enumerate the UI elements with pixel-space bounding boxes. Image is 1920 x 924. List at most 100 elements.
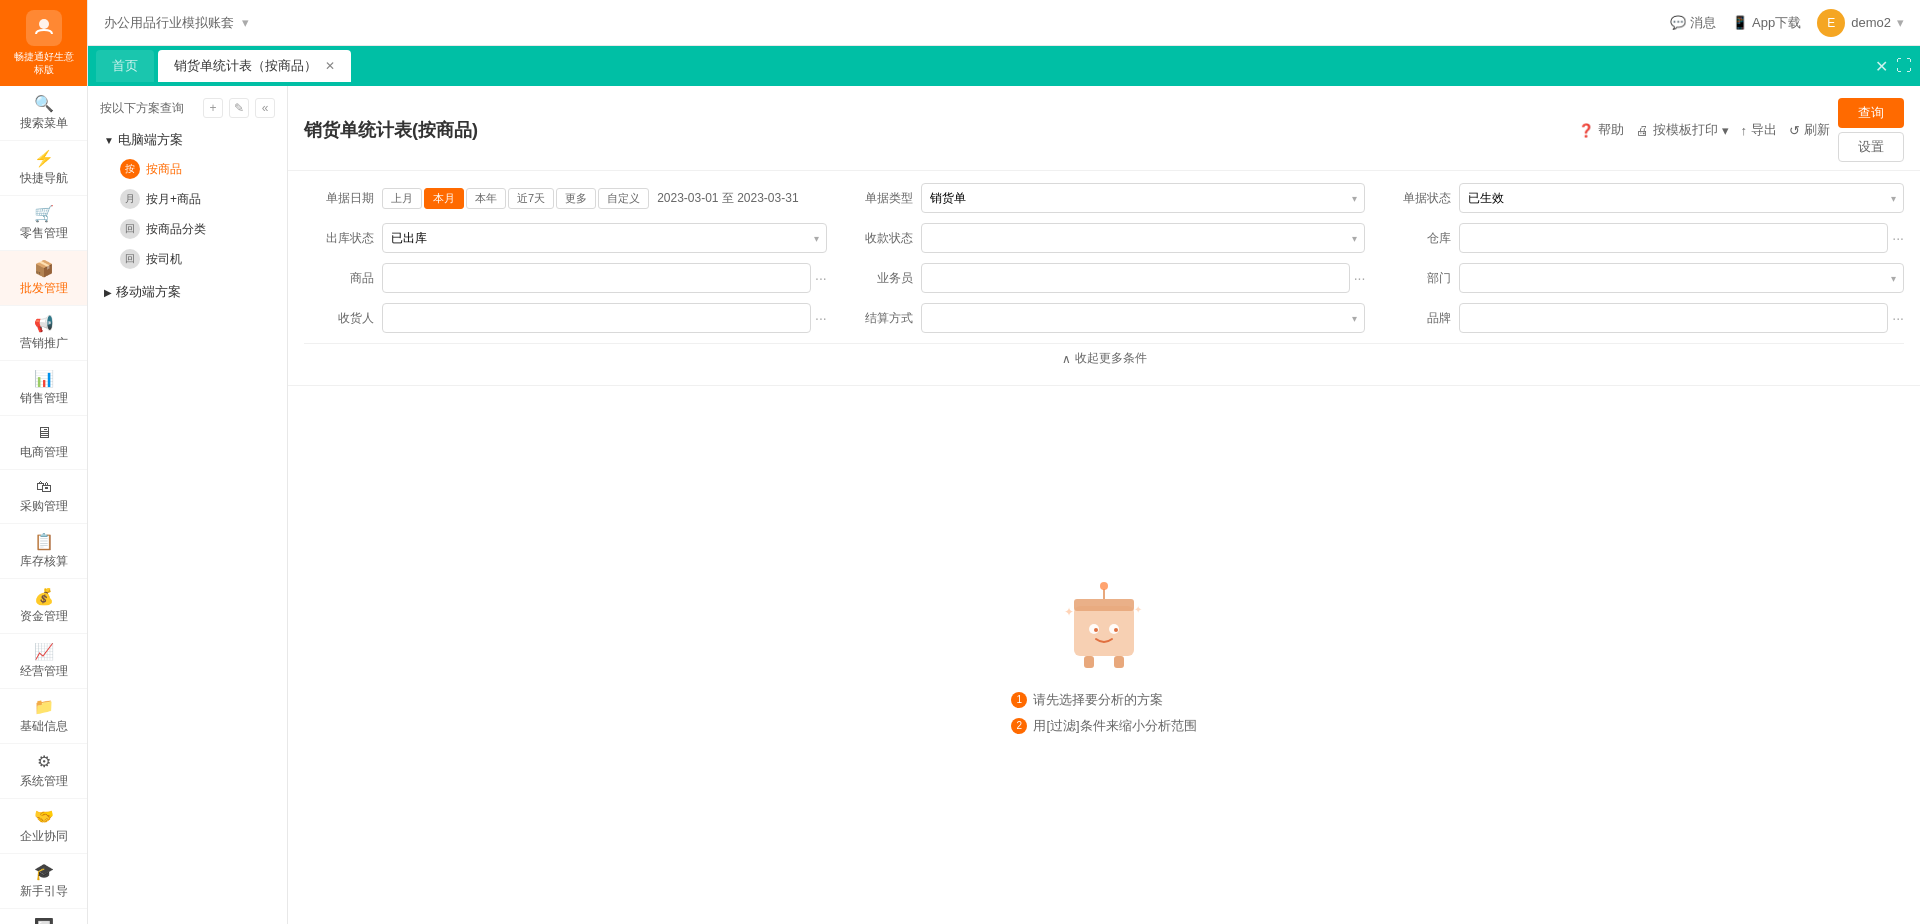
tree-child-by-product[interactable]: 按 按商品 [96, 154, 279, 184]
sidebar-nav-wholesale[interactable]: 📦 批发管理 [0, 251, 87, 306]
salesperson-more-icon[interactable]: ··· [1354, 270, 1366, 286]
left-panel-header: 按以下方案查询 + ✎ « [88, 94, 287, 126]
sidebar-nav-quick[interactable]: ⚡ 快捷导航 [0, 141, 87, 196]
receiver-input[interactable] [382, 303, 811, 333]
svg-rect-10 [1114, 656, 1124, 668]
help-button[interactable]: ❓ 帮助 [1578, 121, 1624, 139]
tree-node-mobile[interactable]: ▶ 移动端方案 [96, 278, 279, 306]
workspace-dropdown-icon[interactable]: ▾ [242, 15, 249, 30]
date-tab-custom[interactable]: 自定义 [598, 188, 649, 209]
out-status-select[interactable]: 已出库 [382, 223, 827, 253]
message-button[interactable]: 💬 消息 [1670, 14, 1716, 32]
date-tab-last-month[interactable]: 上月 [382, 188, 422, 209]
tab-sales-stat[interactable]: 销货单统计表（按商品） ✕ [158, 50, 351, 82]
export-button[interactable]: ↑ 导出 [1741, 121, 1778, 139]
sidebar-nav-inventory[interactable]: 📋 库存核算 [0, 524, 87, 579]
maximize-window-icon[interactable]: ⛶ [1896, 57, 1912, 76]
query-button[interactable]: 查询 [1838, 98, 1904, 128]
date-tab-this-year[interactable]: 本年 [466, 188, 506, 209]
receipt-status-select[interactable] [921, 223, 1366, 253]
date-label: 单据日期 [304, 190, 374, 207]
collapse-panel-icon[interactable]: « [255, 98, 275, 118]
date-tabs: 上月 本月 本年 近7天 更多 自定义 [382, 188, 649, 209]
settlement-select[interactable] [921, 303, 1366, 333]
marketing-icon: 📢 [4, 314, 83, 333]
receipt-status-label: 收款状态 [843, 230, 913, 247]
sidebar-nav-newbie[interactable]: 🎓 新手引导 [0, 854, 87, 909]
product-input[interactable] [382, 263, 811, 293]
tab-close-icon[interactable]: ✕ [325, 59, 335, 73]
product-label: 商品 [304, 270, 374, 287]
filter-row-1: 单据日期 上月 本月 本年 近7天 更多 自定义 2023- [304, 183, 1904, 213]
svg-point-8 [1100, 582, 1108, 590]
tab-home[interactable]: 首页 [96, 50, 154, 82]
brand-input[interactable] [1459, 303, 1888, 333]
edit-scheme-icon[interactable]: ✎ [229, 98, 249, 118]
scheme-tree: ▼ 电脑端方案 按 按商品 月 按月+商品 回 按商品分类 回 按司机 [88, 126, 287, 306]
message-icon: 💬 [1670, 15, 1686, 30]
warehouse-more-icon[interactable]: ··· [1892, 230, 1904, 246]
sidebar-nav-system[interactable]: ⚙ 系统管理 [0, 744, 87, 799]
doc-status-select[interactable]: 已生效 [1459, 183, 1904, 213]
collapse-icon: ∧ [1062, 352, 1071, 366]
collapse-bar[interactable]: ∧ 收起更多条件 [304, 343, 1904, 373]
user-menu[interactable]: E demo2 ▾ [1817, 9, 1904, 37]
warehouse-input[interactable] [1459, 223, 1888, 253]
product-more-icon[interactable]: ··· [815, 270, 827, 286]
department-select[interactable] [1459, 263, 1904, 293]
sidebar-nav-corp[interactable]: 🤝 企业协同 [0, 799, 87, 854]
retail-icon: 🛒 [4, 204, 83, 223]
tree-node-pc[interactable]: ▼ 电脑端方案 [96, 126, 279, 154]
quick-nav-icon: ⚡ [4, 149, 83, 168]
collapse-text: 收起更多条件 [1075, 350, 1147, 367]
inventory-icon: 📋 [4, 532, 83, 551]
print-dropdown-icon[interactable]: ▾ [1722, 123, 1729, 138]
by-month-label: 按月+商品 [146, 191, 201, 208]
sidebar-nav-sales[interactable]: 📊 销售管理 [0, 361, 87, 416]
department-select-wrapper: ▾ [1459, 263, 1904, 293]
print-button[interactable]: 🖨 按模板打印 ▾ [1636, 121, 1729, 139]
doc-type-select[interactable]: 销货单 [921, 183, 1366, 213]
refresh-button[interactable]: ↺ 刷新 [1789, 121, 1830, 139]
sidebar-nav-marketing[interactable]: 📢 营销推广 [0, 306, 87, 361]
svg-rect-9 [1084, 656, 1094, 668]
export-icon: ↑ [1741, 123, 1748, 138]
page-title-bar: 销货单统计表(按商品) ❓ 帮助 🖨 按模板打印 ▾ ↑ [288, 86, 1920, 171]
tree-child-by-driver[interactable]: 回 按司机 [96, 244, 279, 274]
sidebar-nav-base[interactable]: 📁 基础信息 [0, 689, 87, 744]
download-button[interactable]: 📱 App下载 [1732, 14, 1801, 32]
sidebar-nav-purchase[interactable]: 🛍 采购管理 [0, 470, 87, 524]
svg-point-6 [1114, 628, 1118, 632]
receiver-more-icon[interactable]: ··· [815, 310, 827, 326]
date-tab-this-month[interactable]: 本月 [424, 188, 464, 209]
date-tab-more[interactable]: 更多 [556, 188, 596, 209]
salesperson-input[interactable] [921, 263, 1350, 293]
sidebar-nav-finance[interactable]: 💰 资金管理 [0, 579, 87, 634]
main-area: 办公用品行业模拟账套 ▾ 💬 消息 📱 App下载 E demo2 ▾ 首页 销… [88, 0, 1920, 924]
settings-button[interactable]: 设置 [1838, 132, 1904, 162]
right-panel: 销货单统计表(按商品) ❓ 帮助 🖨 按模板打印 ▾ ↑ [288, 86, 1920, 924]
svg-point-5 [1094, 628, 1098, 632]
by-product-label: 按商品 [146, 161, 182, 178]
sidebar-nav-ecommerce[interactable]: 🖥 电商管理 [0, 416, 87, 470]
add-scheme-icon[interactable]: + [203, 98, 223, 118]
close-window-icon[interactable]: ✕ [1875, 57, 1888, 76]
print-icon: 🖨 [1636, 123, 1649, 138]
date-tab-7days[interactable]: 近7天 [508, 188, 554, 209]
purchase-icon: 🛍 [4, 478, 83, 496]
tree-child-by-category[interactable]: 回 按商品分类 [96, 214, 279, 244]
tree-child-by-month[interactable]: 月 按月+商品 [96, 184, 279, 214]
sidebar-nav-operations[interactable]: 📈 经营管理 [0, 634, 87, 689]
sidebar: 畅捷通好生意 标版 🔍 搜索菜单 ⚡ 快捷导航 🛒 零售管理 📦 批发管理 📢 … [0, 0, 88, 924]
sidebar-nav-search[interactable]: 🔍 搜索菜单 [0, 86, 87, 141]
sidebar-nav-apps[interactable]: 🔲 应用中心 [0, 909, 87, 924]
out-status-label: 出库状态 [304, 230, 374, 247]
brand-more-icon[interactable]: ··· [1892, 310, 1904, 326]
newbie-icon: 🎓 [4, 862, 83, 881]
hint1-text: 请先选择要分析的方案 [1033, 687, 1163, 713]
search-icon: 🔍 [4, 94, 83, 113]
top-header: 办公用品行业模拟账套 ▾ 💬 消息 📱 App下载 E demo2 ▾ [88, 0, 1920, 46]
download-icon: 📱 [1732, 15, 1748, 30]
sidebar-nav-retail[interactable]: 🛒 零售管理 [0, 196, 87, 251]
svg-rect-2 [1074, 599, 1134, 611]
